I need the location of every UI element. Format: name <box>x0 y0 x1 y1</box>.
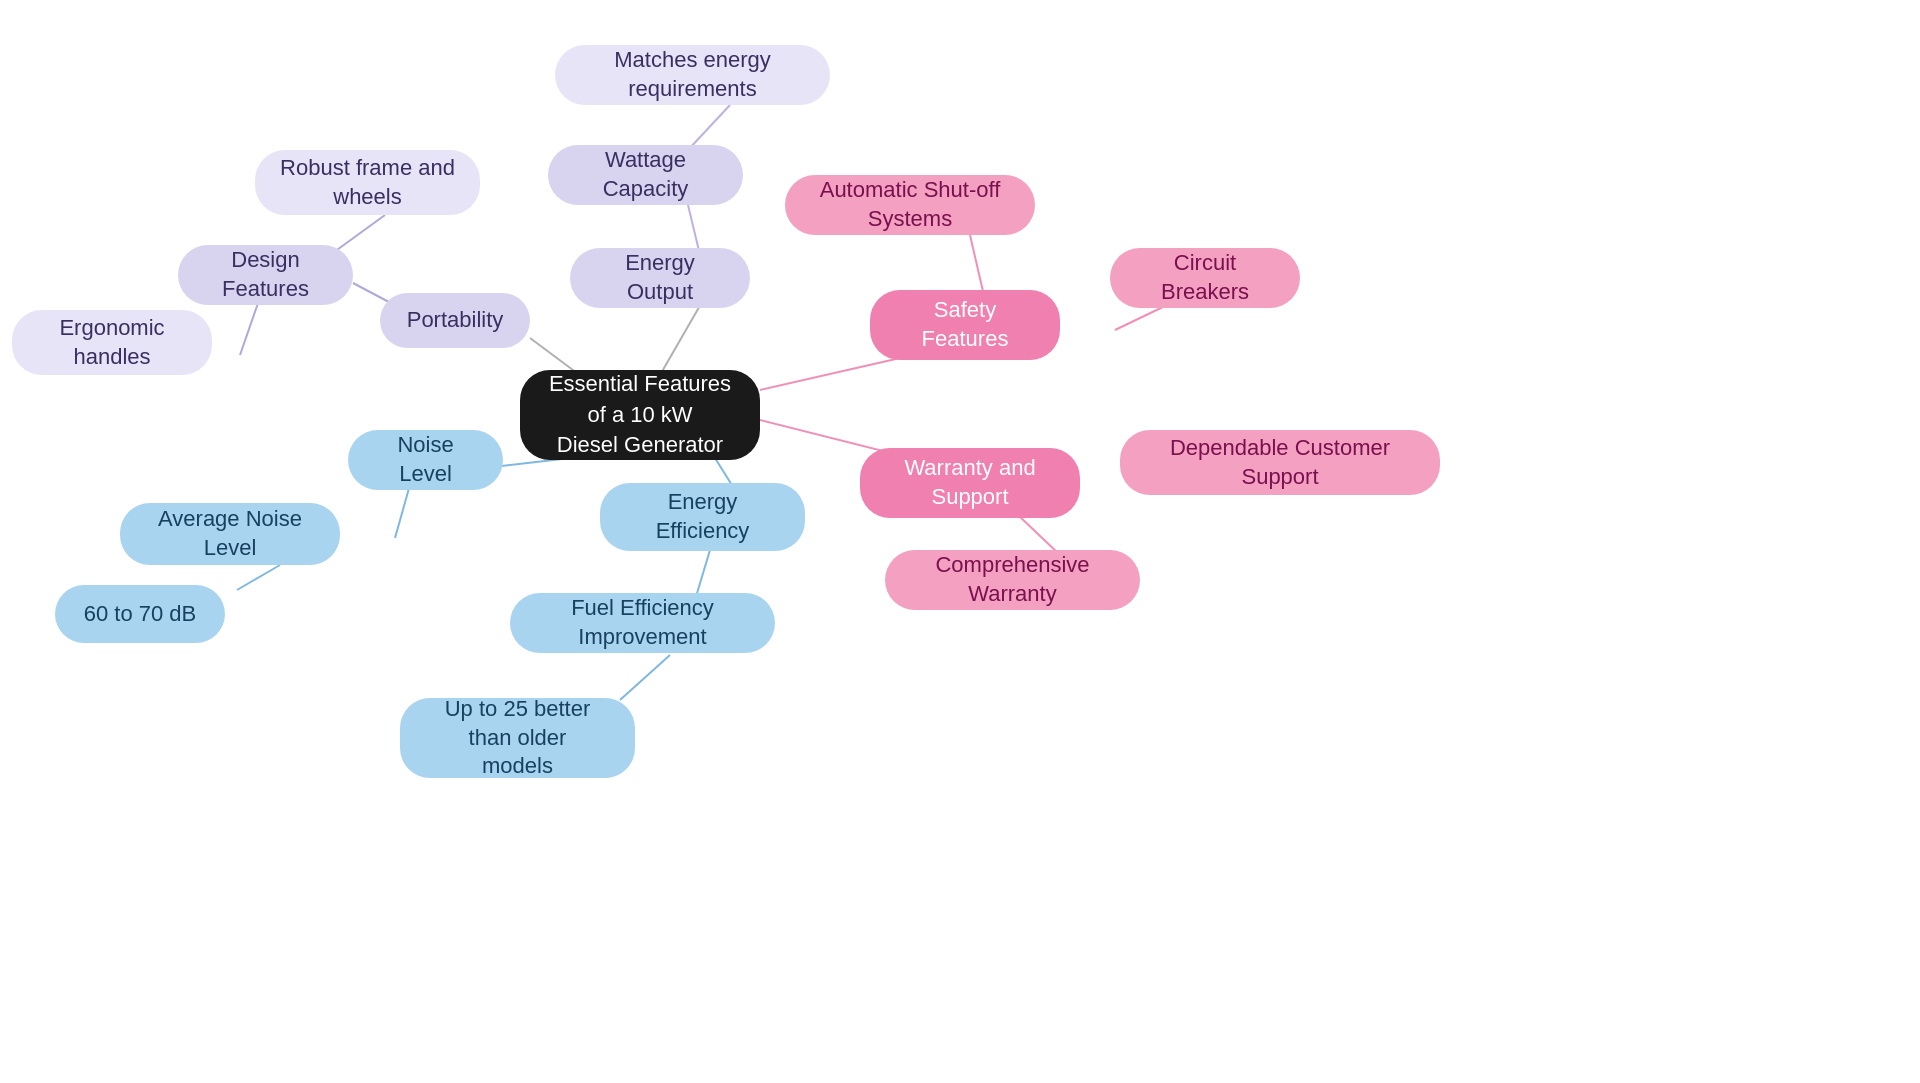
noise-level-node: Noise Level <box>348 430 503 490</box>
ergonomic-handles-node: Ergonomic handles <box>12 310 212 375</box>
noise-level-label: Noise Level <box>370 431 481 488</box>
circuit-breakers-node: Circuit Breakers <box>1110 248 1300 308</box>
energy-efficiency-node: Energy Efficiency <box>600 483 805 551</box>
dependable-support-label: Dependable Customer Support <box>1142 434 1418 491</box>
up-to-25-node: Up to 25 better than older models <box>400 698 635 778</box>
svg-line-10 <box>688 105 730 150</box>
wattage-capacity-label: Wattage Capacity <box>570 146 721 203</box>
comprehensive-warranty-label: Comprehensive Warranty <box>907 551 1118 608</box>
energy-efficiency-label: Energy Efficiency <box>622 488 783 545</box>
auto-shutoff-label: Automatic Shut-off Systems <box>807 176 1013 233</box>
robust-frame-node: Robust frame and wheels <box>255 150 480 215</box>
matches-energy-node: Matches energy requirements <box>555 45 830 105</box>
safety-features-node: Safety Features <box>870 290 1060 360</box>
fuel-efficiency-label: Fuel Efficiency Improvement <box>532 594 753 651</box>
matches-energy-label: Matches energy requirements <box>577 46 808 103</box>
sixty-to-70-label: 60 to 70 dB <box>84 600 197 629</box>
svg-line-16 <box>620 655 670 700</box>
design-features-label: Design Features <box>200 246 331 303</box>
warranty-support-node: Warranty and Support <box>860 448 1080 518</box>
robust-frame-label: Robust frame and wheels <box>277 154 458 211</box>
sixty-to-70-node: 60 to 70 dB <box>55 585 225 643</box>
design-features-node: Design Features <box>178 245 353 305</box>
auto-shutoff-node: Automatic Shut-off Systems <box>785 175 1035 235</box>
portability-label: Portability <box>407 306 504 335</box>
svg-line-18 <box>237 565 280 590</box>
center-node: Essential Features of a 10 kW Diesel Gen… <box>520 370 760 460</box>
ergonomic-handles-label: Ergonomic handles <box>34 314 190 371</box>
dependable-support-node: Dependable Customer Support <box>1120 430 1440 495</box>
fuel-efficiency-node: Fuel Efficiency Improvement <box>510 593 775 653</box>
up-to-25-label: Up to 25 better than older models <box>422 695 613 781</box>
warranty-support-label: Warranty and Support <box>882 454 1058 511</box>
portability-node: Portability <box>380 293 530 348</box>
circuit-breakers-label: Circuit Breakers <box>1132 249 1278 306</box>
energy-output-label: Energy Output <box>592 249 728 306</box>
center-label: Essential Features of a 10 kW Diesel Gen… <box>542 369 738 461</box>
energy-output-node: Energy Output <box>570 248 750 308</box>
comprehensive-warranty-node: Comprehensive Warranty <box>885 550 1140 610</box>
average-noise-node: Average Noise Level <box>120 503 340 565</box>
wattage-capacity-node: Wattage Capacity <box>548 145 743 205</box>
svg-line-14 <box>1018 515 1060 555</box>
safety-features-label: Safety Features <box>892 296 1038 353</box>
average-noise-label: Average Noise Level <box>142 505 318 562</box>
